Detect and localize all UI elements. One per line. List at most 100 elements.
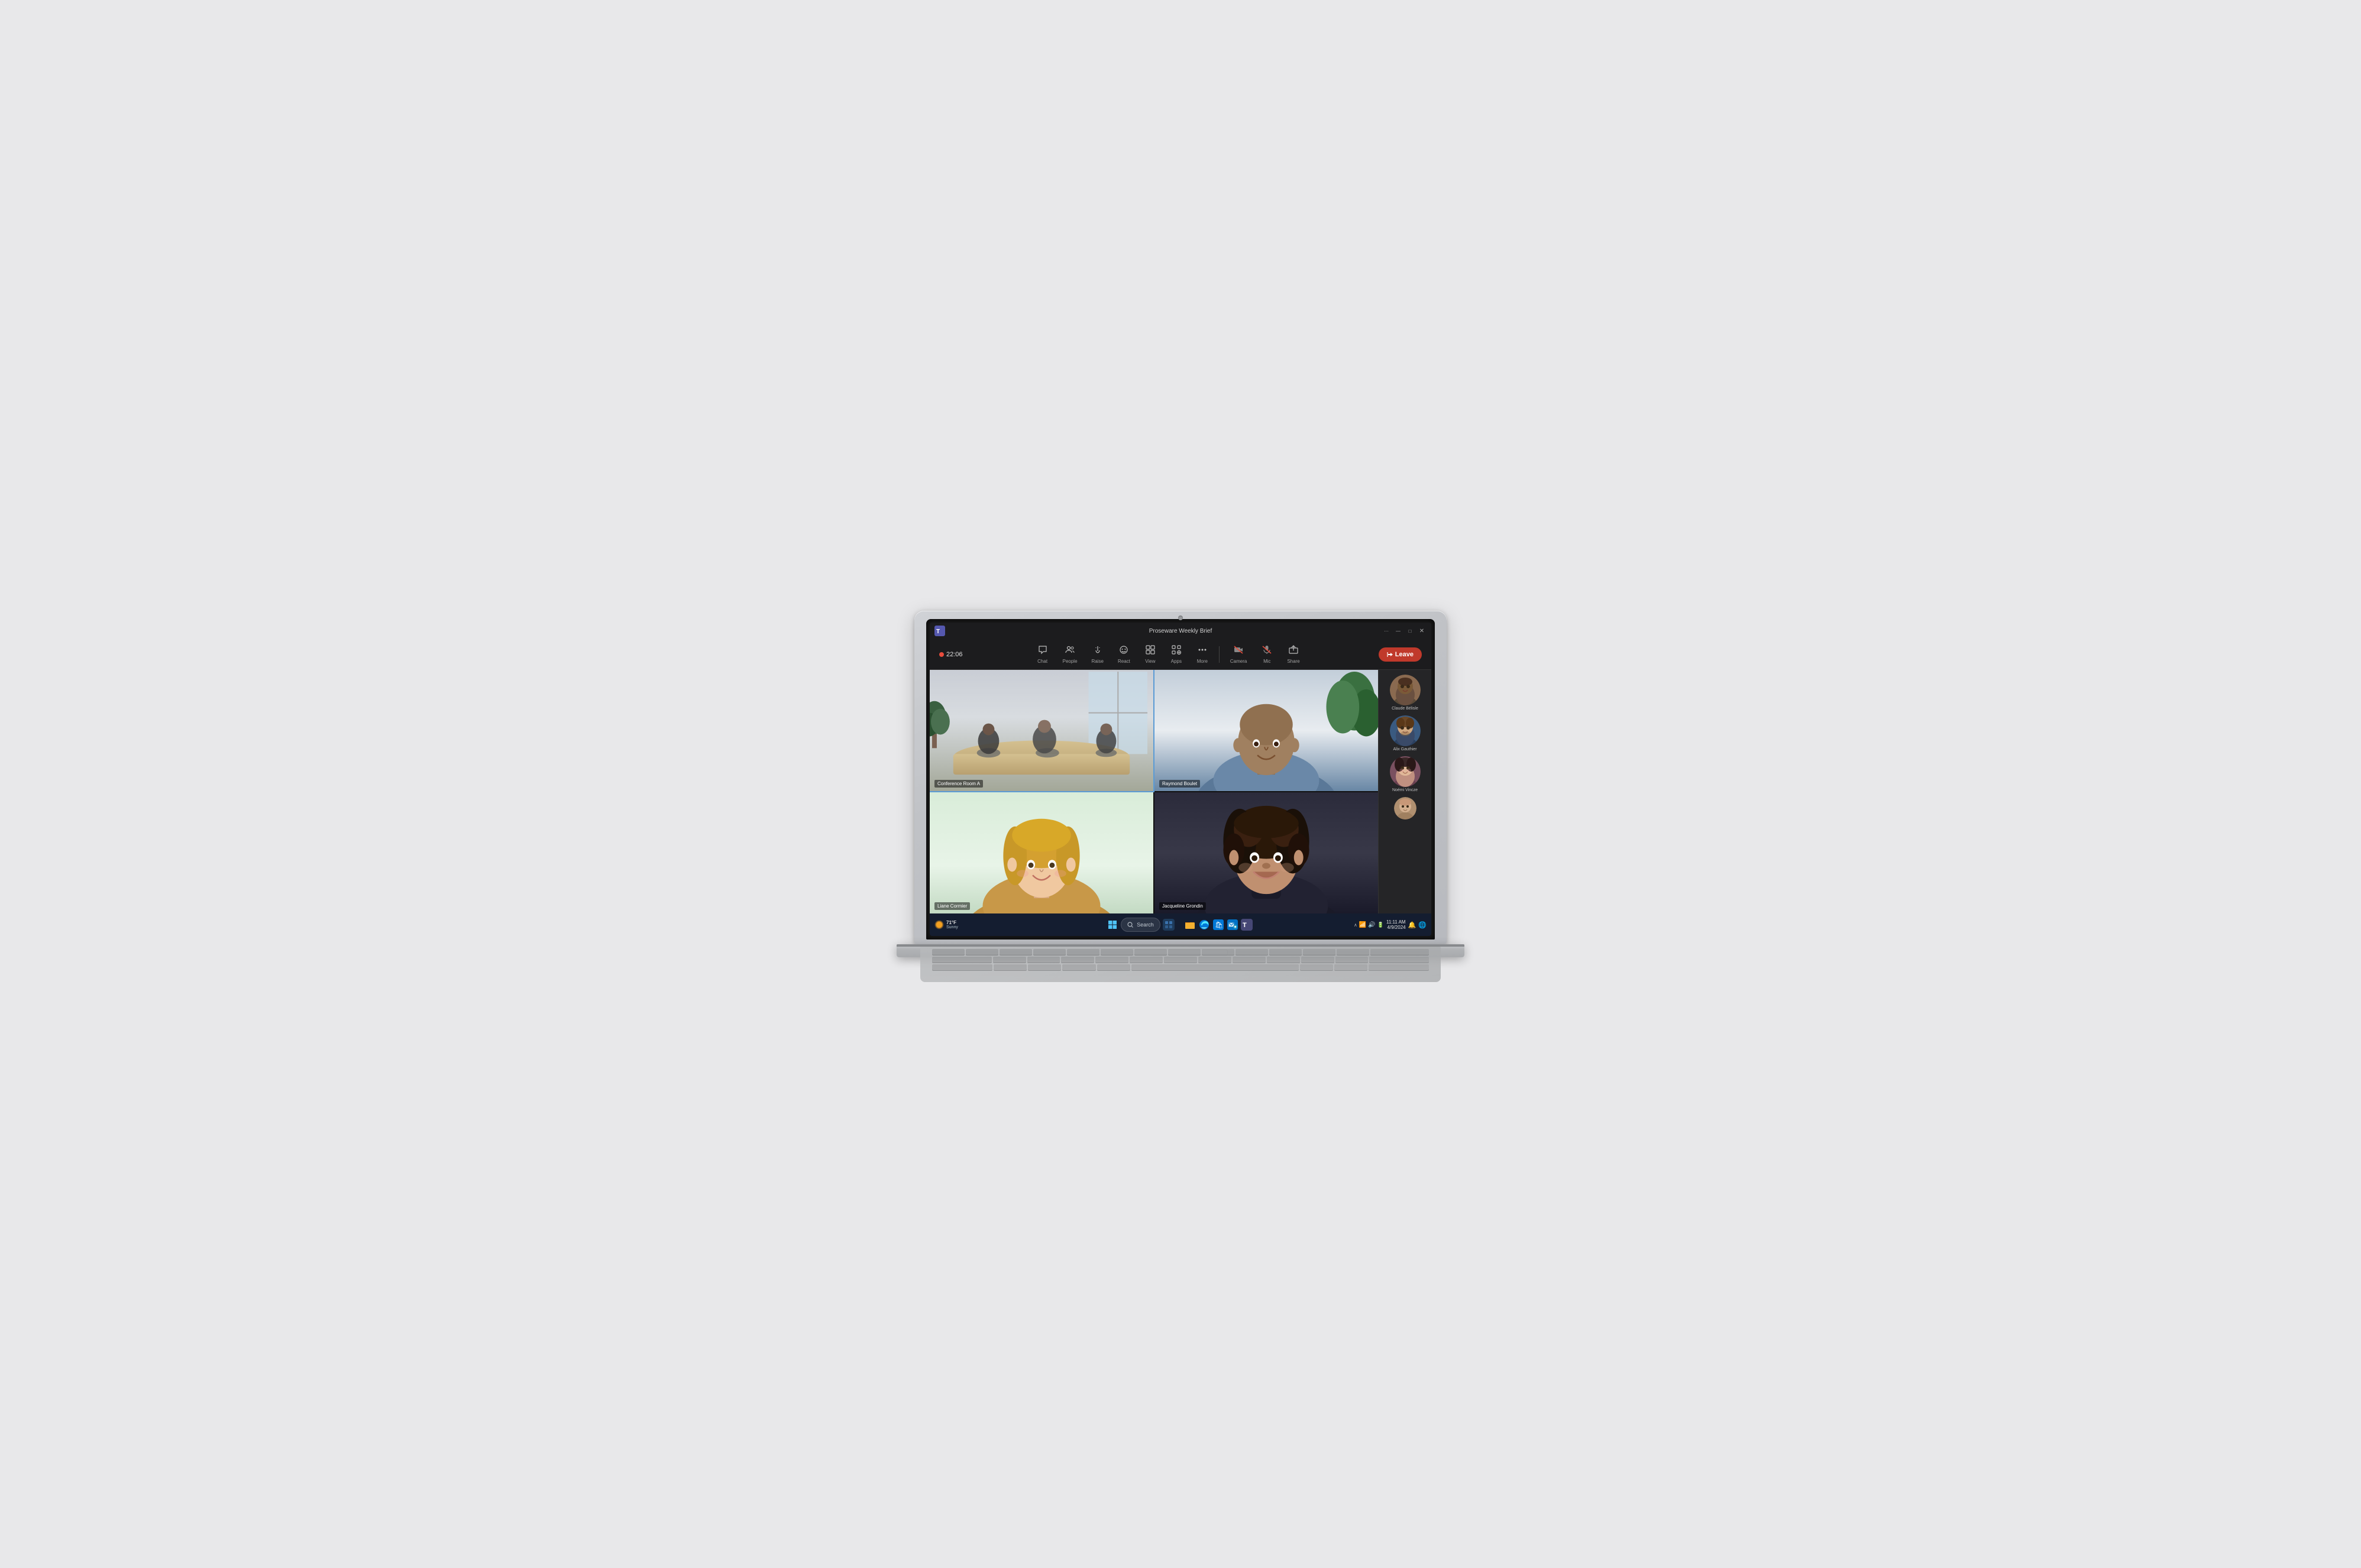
key-shift-left[interactable] [932, 964, 992, 970]
key[interactable] [994, 964, 1027, 970]
toolbar-divider [1219, 646, 1220, 663]
avatar-claude-image [1390, 675, 1421, 705]
key[interactable] [1236, 949, 1268, 955]
svg-text:T: T [1243, 922, 1247, 929]
avatar-alix [1390, 715, 1421, 746]
participant-4[interactable] [1394, 797, 1416, 819]
system-tray: ∧ 📶 🔊 🔋 [1354, 922, 1384, 928]
people-button[interactable]: People [1058, 643, 1082, 666]
minimize-button[interactable]: — [1393, 626, 1403, 636]
search-bar[interactable]: Search [1121, 918, 1160, 932]
laptop-base [897, 944, 1464, 957]
timer-badge: 22:06 [939, 651, 963, 658]
language-icon: 🌐 [1418, 921, 1427, 929]
leave-button[interactable]: Leave [1379, 647, 1422, 662]
chat-icon [1038, 645, 1047, 657]
key[interactable] [1334, 964, 1367, 970]
share-button[interactable]: Share [1282, 643, 1304, 666]
key[interactable] [1267, 957, 1300, 963]
key[interactable] [1095, 957, 1128, 963]
laptop-keyboard [920, 947, 1441, 982]
teams-taskbar-icon: T [1241, 919, 1252, 930]
video-tile-liane[interactable]: Liane Cormier [930, 792, 1153, 913]
key[interactable] [993, 957, 1026, 963]
participants-sidebar: Claude Bélisle [1378, 670, 1431, 913]
key[interactable] [1164, 957, 1197, 963]
key[interactable] [1303, 949, 1335, 955]
system-clock[interactable]: 11:11 AM 4/9/2024 [1386, 919, 1406, 930]
key[interactable] [1301, 957, 1334, 963]
edge-icon [1199, 919, 1209, 930]
key[interactable] [1130, 957, 1163, 963]
store-icon: 🛍 [1213, 919, 1224, 930]
key[interactable] [1028, 964, 1061, 970]
weather-widget[interactable]: 71°F Sunny [934, 920, 958, 929]
outlook-button[interactable] [1227, 919, 1238, 931]
key[interactable] [1027, 957, 1060, 963]
key-backspace[interactable] [1370, 949, 1429, 955]
key-tab[interactable] [932, 957, 992, 963]
outlook-icon [1227, 919, 1238, 930]
edge-button[interactable] [1198, 919, 1210, 931]
liane-label: Liane Cormier [934, 902, 970, 910]
video-tile-conference-room[interactable]: Conference Room A [930, 670, 1153, 791]
key[interactable] [1233, 957, 1266, 963]
maximize-button[interactable]: □ [1405, 626, 1415, 636]
options-button[interactable]: ··· [1382, 626, 1391, 636]
react-button[interactable]: React [1113, 643, 1135, 666]
key[interactable] [1335, 957, 1369, 963]
key[interactable] [1269, 949, 1302, 955]
teams-taskbar-button[interactable]: T [1241, 919, 1253, 931]
key[interactable] [1202, 949, 1234, 955]
camera-button[interactable]: Camera [1225, 643, 1251, 666]
key[interactable] [1033, 949, 1066, 955]
key[interactable] [1168, 949, 1201, 955]
key-spacebar[interactable] [1131, 964, 1298, 970]
participant-claude[interactable]: Claude Bélisle [1390, 675, 1421, 711]
key[interactable] [1300, 964, 1333, 970]
title-bar: T Proseware Weekly Brief ··· — □ ✕ [930, 623, 1431, 639]
jacqueline-label: Jacqueline Grondin [1159, 902, 1206, 910]
store-button[interactable]: 🛍 [1212, 919, 1224, 931]
people-icon [1065, 645, 1075, 657]
key[interactable] [1067, 949, 1099, 955]
more-button[interactable]: More [1192, 643, 1213, 666]
more-icon [1198, 645, 1207, 657]
video-tile-raymond[interactable]: Raymond Boulet [1154, 670, 1378, 791]
key[interactable] [1097, 964, 1130, 970]
weather-condition: Sunny [946, 925, 958, 929]
mic-button[interactable]: Mic [1256, 643, 1277, 666]
notification-icon[interactable]: 🔔 [1408, 921, 1416, 929]
participant-noemi[interactable]: Noémi Vincze [1390, 756, 1421, 792]
key[interactable] [1337, 949, 1369, 955]
key[interactable] [966, 949, 998, 955]
raymond-scene [1154, 670, 1378, 791]
key[interactable] [932, 949, 965, 955]
raise-button[interactable]: Raise [1087, 643, 1108, 666]
key-enter[interactable] [1369, 957, 1429, 963]
file-explorer-button[interactable] [1184, 919, 1196, 931]
key[interactable] [1000, 949, 1032, 955]
weather-info: 71°F Sunny [946, 920, 958, 929]
chat-button[interactable]: Chat [1032, 643, 1053, 666]
video-tile-jacqueline[interactable]: Jacqueline Grondin [1154, 792, 1378, 913]
mic-label: Mic [1263, 659, 1270, 664]
video-grid: Conference Room A [930, 670, 1378, 913]
task-view-button[interactable] [1163, 919, 1175, 931]
chevron-icon[interactable]: ∧ [1354, 922, 1357, 928]
key[interactable] [1101, 949, 1133, 955]
key[interactable] [1198, 957, 1231, 963]
close-button[interactable]: ✕ [1417, 626, 1427, 636]
toolbar-center: Chat [1032, 643, 1305, 666]
key[interactable] [1134, 949, 1167, 955]
volume-icon: 🔊 [1368, 922, 1375, 928]
raymond-video [1154, 670, 1378, 791]
participant-alix[interactable]: Alix Gauthier [1390, 715, 1421, 751]
view-button[interactable]: View [1140, 643, 1161, 666]
key[interactable] [1062, 964, 1095, 970]
key[interactable] [1061, 957, 1094, 963]
camera-icon [1234, 645, 1243, 657]
start-button[interactable] [1107, 919, 1118, 931]
key-shift-right[interactable] [1369, 964, 1429, 970]
apps-button[interactable]: Apps [1166, 643, 1187, 666]
